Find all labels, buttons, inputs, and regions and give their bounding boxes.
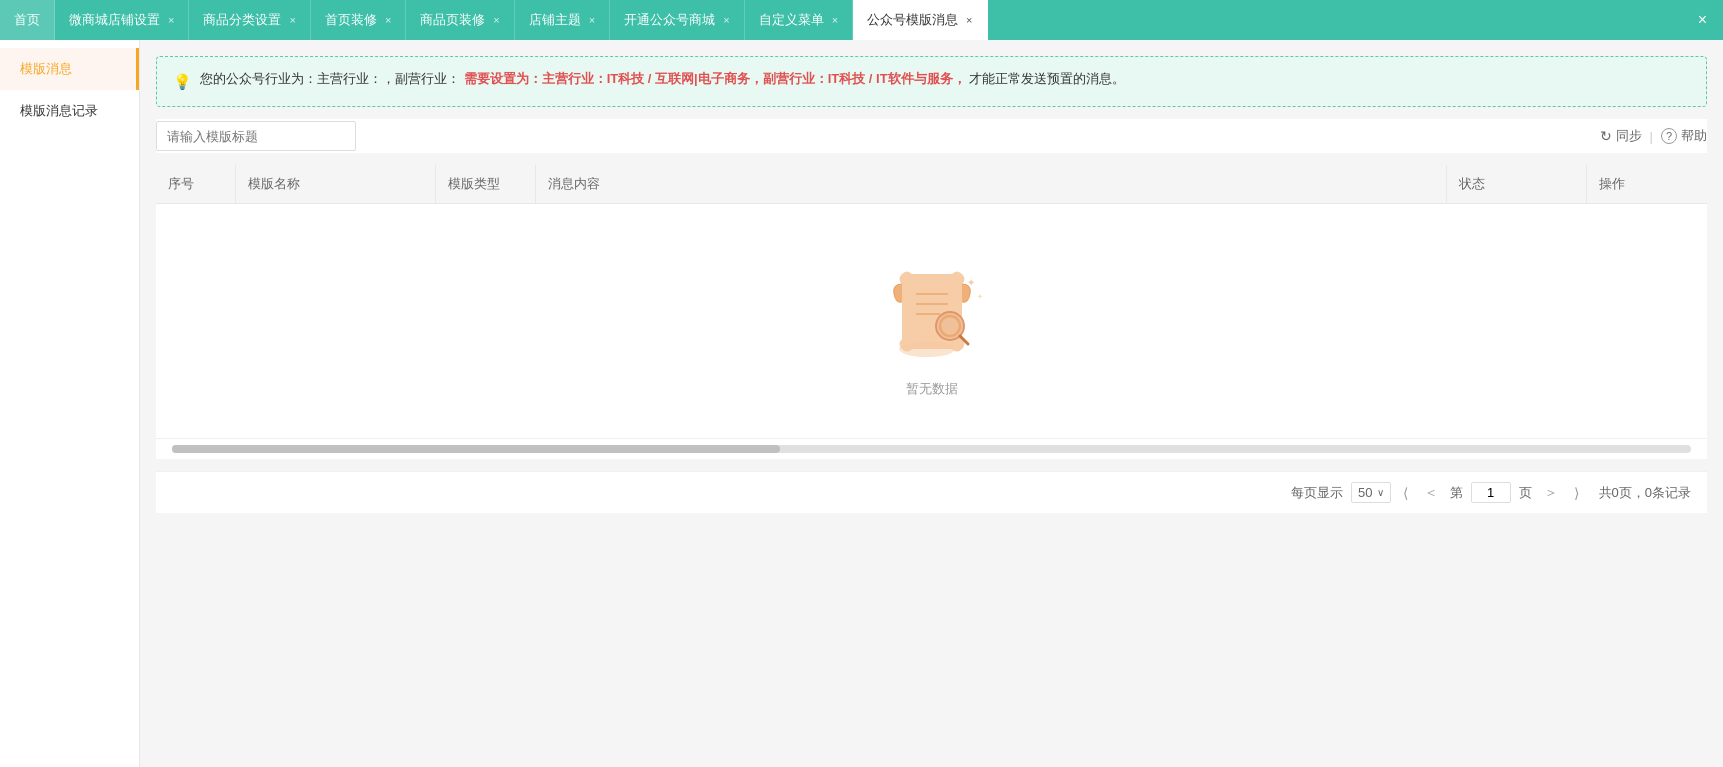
col-header-status: 状态 [1447, 165, 1587, 203]
close-product-decor-icon[interactable]: × [493, 14, 499, 26]
product-decor-label: 商品页装修 [420, 11, 485, 29]
search-input[interactable] [157, 123, 345, 150]
search-area: 🔍 [156, 121, 356, 151]
notice-box: 💡 您的公众号行业为：主营行业：，副营行业： 需要设置为：主营行业：IT科技 /… [156, 56, 1707, 107]
help-button[interactable]: ? 帮助 [1661, 127, 1707, 145]
notice-suffix: 才能正常发送预置的消息。 [969, 71, 1125, 86]
nav-tab-home[interactable]: 首页 [0, 0, 55, 40]
wechat-shop-label: 微商城店铺设置 [69, 11, 160, 29]
search-button[interactable]: 🔍 [345, 122, 356, 150]
svg-text:✦: ✦ [977, 293, 983, 300]
sidebar-template-message-label: 模版消息 [20, 61, 72, 76]
sidebar-item-template-message[interactable]: 模版消息 [0, 48, 139, 90]
page-unit: 页 [1519, 484, 1532, 502]
bulb-icon: 💡 [173, 70, 192, 94]
sync-label: 同步 [1616, 127, 1642, 145]
sync-icon: ↻ [1600, 128, 1612, 144]
scrollbar-thumb[interactable] [172, 445, 780, 453]
nav-tab-template-msg[interactable]: 公众号模版消息 × [853, 0, 987, 40]
open-mall-label: 开通公众号商城 [624, 11, 715, 29]
sidebar: 模版消息 模版消息记录 [0, 40, 140, 767]
per-page-label: 每页显示 [1291, 484, 1343, 502]
home-tab-label: 首页 [14, 11, 40, 29]
product-category-label: 商品分类设置 [203, 11, 281, 29]
close-home-decor-icon[interactable]: × [385, 14, 391, 26]
total-info: 共0页，0条记录 [1599, 484, 1691, 502]
close-product-category-icon[interactable]: × [289, 14, 295, 26]
help-label: 帮助 [1681, 127, 1707, 145]
table-scroll-area: 序号 模版名称 模版类型 消息内容 状态 操作 [156, 165, 1707, 459]
empty-illustration: ✦ ✦ [872, 264, 992, 364]
help-icon: ? [1661, 128, 1677, 144]
nav-tab-product-category[interactable]: 商品分类设置 × [189, 0, 310, 40]
global-close-button[interactable]: × [1682, 0, 1723, 40]
page-input[interactable] [1471, 482, 1511, 503]
main-layout: 模版消息 模版消息记录 💡 您的公众号行业为：主营行业：，副营行业： 需要设置为… [0, 40, 1723, 767]
home-decor-label: 首页装修 [325, 11, 377, 29]
template-msg-label: 公众号模版消息 [867, 11, 958, 29]
shop-theme-label: 店铺主题 [529, 11, 581, 29]
nav-tab-open-mall[interactable]: 开通公众号商城 × [610, 0, 744, 40]
nav-tab-product-decor[interactable]: 商品页装修 × [406, 0, 514, 40]
toolbar-right: ↻ 同步 | ? 帮助 [1600, 119, 1707, 153]
content-area: 💡 您的公众号行业为：主营行业：，副营行业： 需要设置为：主营行业：IT科技 /… [140, 40, 1723, 767]
close-custom-menu-icon[interactable]: × [832, 14, 838, 26]
nav-tab-wechat-shop[interactable]: 微商城店铺设置 × [55, 0, 189, 40]
page-label: 第 [1450, 484, 1463, 502]
sidebar-template-record-label: 模版消息记录 [20, 103, 98, 118]
pagination: 每页显示 50 ∨ ⟨ ＜ 第 页 ＞ ⟩ 共0页，0条记录 [156, 471, 1707, 513]
empty-state: ✦ ✦ 暂无数据 [156, 204, 1707, 438]
chevron-down-icon: ∨ [1377, 487, 1384, 498]
next-page-button[interactable]: ＞ [1540, 484, 1562, 502]
col-header-type: 模版类型 [436, 165, 536, 203]
search-icon: 🔍 [355, 128, 356, 144]
close-shop-theme-icon[interactable]: × [589, 14, 595, 26]
col-header-seq: 序号 [156, 165, 236, 203]
notice-prefix: 您的公众号行业为：主营行业：，副营行业： [200, 71, 460, 86]
scrollbar-inner [172, 445, 1691, 453]
sync-button[interactable]: ↻ 同步 [1600, 127, 1642, 145]
top-nav: 首页 微商城店铺设置 × 商品分类设置 × 首页装修 × 商品页装修 × 店铺主… [0, 0, 1723, 40]
last-page-button[interactable]: ⟩ [1570, 485, 1583, 501]
sidebar-item-template-record[interactable]: 模版消息记录 [0, 90, 139, 132]
table-header: 序号 模版名称 模版类型 消息内容 状态 操作 [156, 165, 1707, 204]
per-page-value: 50 [1358, 485, 1372, 500]
prev-page-button[interactable]: ＜ [1420, 484, 1442, 502]
toolbar: 🔍 ↻ 同步 | ? 帮助 [156, 119, 1707, 153]
scrollbar-track[interactable] [156, 438, 1707, 459]
close-wechat-shop-icon[interactable]: × [168, 14, 174, 26]
col-header-name: 模版名称 [236, 165, 436, 203]
empty-text: 暂无数据 [906, 380, 958, 398]
nav-tab-home-decor[interactable]: 首页装修 × [311, 0, 406, 40]
notice-highlight: 需要设置为：主营行业：IT科技 / 互联网|电子商务，副营行业：IT科技 / I… [464, 71, 966, 86]
per-page-select[interactable]: 50 ∨ [1351, 482, 1390, 503]
nav-tab-custom-menu[interactable]: 自定义菜单 × [745, 0, 853, 40]
first-page-button[interactable]: ⟨ [1399, 485, 1412, 501]
custom-menu-label: 自定义菜单 [759, 11, 824, 29]
svg-text:✦: ✦ [967, 277, 975, 288]
close-open-mall-icon[interactable]: × [723, 14, 729, 26]
col-header-content: 消息内容 [536, 165, 1447, 203]
close-template-msg-icon[interactable]: × [966, 14, 972, 26]
notice-text: 您的公众号行业为：主营行业：，副营行业： 需要设置为：主营行业：IT科技 / 互… [200, 69, 1125, 90]
nav-tab-shop-theme[interactable]: 店铺主题 × [515, 0, 610, 40]
divider: | [1650, 129, 1653, 144]
col-header-action: 操作 [1587, 165, 1707, 203]
